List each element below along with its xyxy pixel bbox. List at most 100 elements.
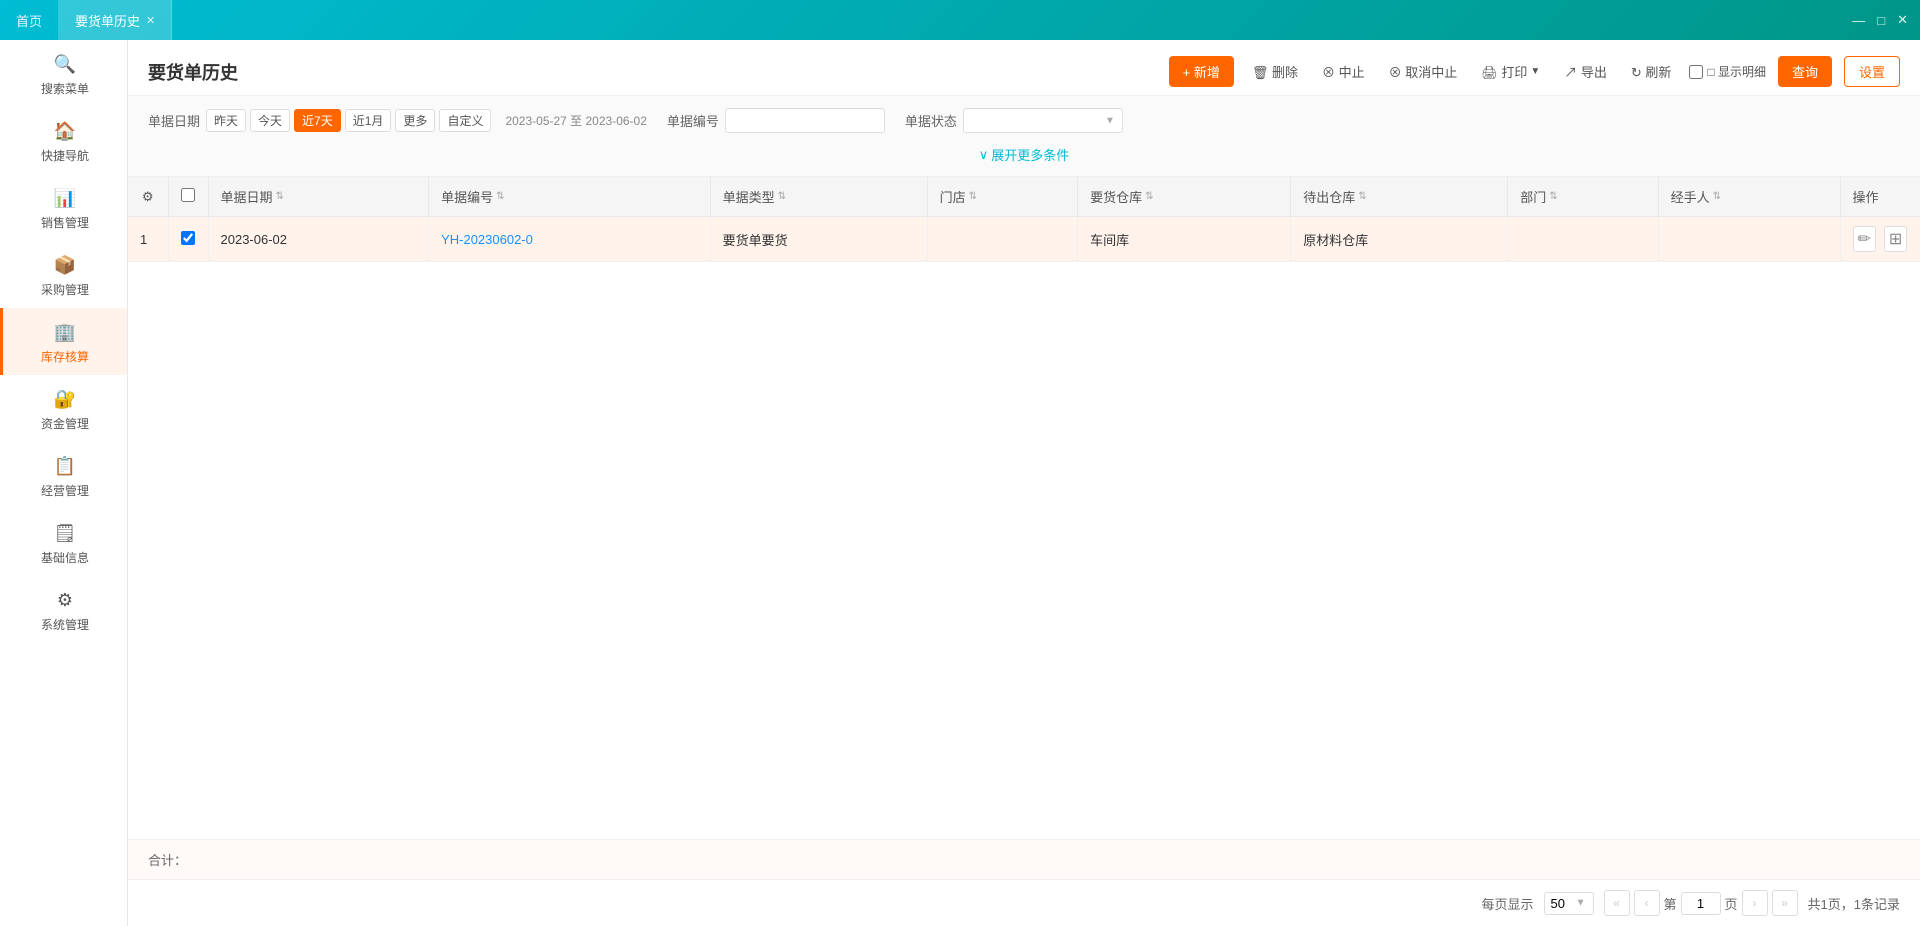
export-button[interactable]: ↗ 导出: [1558, 58, 1613, 85]
docno-filter-input[interactable]: [725, 108, 885, 133]
print-label: 🖨 打印: [1481, 62, 1527, 81]
expand-icon: ∨: [979, 147, 989, 163]
date-btn-today[interactable]: 今天: [250, 109, 290, 132]
sidebar: 🔍 搜索菜单 🏠 快捷导航 📊 销售管理 📦 采购管理 🏢 库存核算 🔐 资金管…: [0, 40, 128, 926]
setting-button[interactable]: 设置: [1844, 56, 1900, 87]
col-handler: 经手人 ⇅: [1658, 177, 1840, 217]
delete-button[interactable]: 🗑 删除: [1246, 58, 1304, 85]
query-label: 查询: [1792, 62, 1818, 81]
status-filter-select[interactable]: 待审核 已审核 已中止: [963, 108, 1123, 133]
sidebar-item-system-mgmt[interactable]: ⚙ 系统管理: [0, 576, 127, 643]
sidebar-item-funds-mgmt[interactable]: 🔐 资金管理: [0, 375, 127, 442]
tab-home[interactable]: 首页: [0, 0, 59, 40]
sidebar-item-operations-mgmt[interactable]: 📋 经营管理: [0, 442, 127, 509]
row-detail-button[interactable]: ⊞: [1884, 226, 1907, 252]
query-button[interactable]: 查询: [1778, 56, 1832, 87]
pagination-bar: 每页显示 10 20 50 100 « ‹ 第 页 › » 共1页，1条记录: [128, 879, 1920, 926]
sidebar-item-label: 采购管理: [41, 281, 89, 298]
footer-summary: 合计：: [128, 839, 1920, 879]
expand-label: 展开更多条件: [991, 145, 1069, 164]
sidebar-item-label: 系统管理: [41, 616, 89, 633]
stop-label: ⊗ 中止: [1322, 62, 1365, 81]
main-layout: 🔍 搜索菜单 🏠 快捷导航 📊 销售管理 📦 采购管理 🏢 库存核算 🔐 资金管…: [0, 40, 1920, 926]
col-checkbox: [168, 177, 208, 217]
per-page-select-wrapper: 10 20 50 100: [1544, 892, 1594, 915]
doc-no-link[interactable]: YH-20230602-0: [441, 232, 533, 247]
print-dropdown-icon[interactable]: ▼: [1530, 66, 1540, 77]
tab-close-icon[interactable]: ✕: [146, 14, 155, 27]
sidebar-item-sales-mgmt[interactable]: 📊 销售管理: [0, 174, 127, 241]
sort-icon-doc-type[interactable]: ⇅: [778, 191, 786, 202]
show-detail-checkbox[interactable]: [1689, 65, 1703, 79]
operations-icon: 📋: [54, 456, 76, 477]
tab-requisition-history[interactable]: 要货单历史 ✕: [59, 0, 172, 40]
window-controls: — □ ✕: [1852, 12, 1920, 28]
date-btn-yesterday[interactable]: 昨天: [206, 109, 246, 132]
summary-label: 合计：: [148, 853, 187, 868]
pagination-info: 共1页，1条记录: [1808, 894, 1900, 913]
sort-icon-store[interactable]: ⇅: [969, 191, 977, 202]
sidebar-item-basic-info[interactable]: 🗒 基础信息: [0, 509, 127, 576]
cancel-stop-button[interactable]: ⊗ 取消中止: [1383, 58, 1464, 85]
cancel-stop-label: ⊗ 取消中止: [1389, 62, 1458, 81]
page-first-button[interactable]: «: [1604, 890, 1630, 916]
page-prev-button[interactable]: ‹: [1634, 890, 1660, 916]
sidebar-item-label: 基础信息: [41, 549, 89, 566]
page-next-button[interactable]: ›: [1742, 890, 1768, 916]
window-minimize[interactable]: —: [1852, 13, 1865, 28]
window-close[interactable]: ✕: [1897, 12, 1908, 28]
show-detail-label: □ 显示明细: [1707, 63, 1766, 80]
cell-dept: [1508, 217, 1658, 262]
table-row: 1 2023-06-02 YH-20230602-0 要货单要货 车间库 原材料…: [128, 217, 1920, 262]
new-button[interactable]: + 新增: [1169, 56, 1234, 87]
sort-icon-doc-no[interactable]: ⇅: [496, 191, 504, 202]
date-btn-1month[interactable]: 近1月: [345, 109, 392, 132]
status-select-wrapper: 待审核 已审核 已中止: [963, 108, 1123, 133]
filter-area: 单据日期 昨天 今天 近7天 近1月 更多 自定义 2023-05-27 至 2…: [128, 96, 1920, 177]
sort-icon-req-warehouse[interactable]: ⇅: [1145, 191, 1153, 202]
top-tabs: 首页 要货单历史 ✕: [0, 0, 172, 40]
window-maximize[interactable]: □: [1877, 13, 1885, 28]
sales-icon: 📊: [54, 188, 76, 209]
page-number-input[interactable]: [1681, 892, 1721, 915]
sidebar-item-label: 销售管理: [41, 214, 89, 231]
stop-button[interactable]: ⊗ 中止: [1316, 58, 1371, 85]
per-page-label: 每页显示: [1481, 894, 1533, 913]
col-doc-date: 单据日期 ⇅: [208, 177, 429, 217]
sidebar-item-quick-nav[interactable]: 🏠 快捷导航: [0, 107, 127, 174]
expand-filter-button[interactable]: ∨ 展开更多条件: [975, 141, 1074, 168]
col-req-warehouse: 要货仓库 ⇅: [1078, 177, 1291, 217]
per-page-select[interactable]: 10 20 50 100: [1544, 892, 1594, 915]
print-button[interactable]: 🖨 打印 ▼: [1475, 58, 1546, 85]
col-pending-warehouse: 待出仓库 ⇅: [1291, 177, 1508, 217]
table-header-row: ⚙ 单据日期 ⇅ 单据编号: [128, 177, 1920, 217]
sort-icon-pending-warehouse[interactable]: ⇅: [1358, 191, 1366, 202]
sort-icon-dept[interactable]: ⇅: [1549, 191, 1557, 202]
row-checkbox[interactable]: [181, 231, 195, 245]
cell-pending-warehouse: 原材料仓库: [1291, 217, 1508, 262]
date-btn-more[interactable]: 更多: [395, 109, 435, 132]
sidebar-item-label: 经营管理: [41, 482, 89, 499]
sidebar-item-purchase-mgmt[interactable]: 📦 采购管理: [0, 241, 127, 308]
filter-row-1: 单据日期 昨天 今天 近7天 近1月 更多 自定义 2023-05-27 至 2…: [148, 108, 1900, 133]
basic-info-icon: 🗒: [54, 523, 77, 544]
page-last-button[interactable]: »: [1772, 890, 1798, 916]
row-edit-button[interactable]: ✏: [1853, 226, 1876, 252]
date-btn-custom[interactable]: 自定义: [439, 109, 491, 132]
sidebar-item-label: 搜索菜单: [41, 80, 89, 97]
sort-icon-doc-date[interactable]: ⇅: [276, 191, 284, 202]
select-all-checkbox[interactable]: [181, 188, 195, 202]
docno-filter-item: 单据编号: [667, 108, 885, 133]
sidebar-item-label: 库存核算: [41, 348, 89, 365]
date-btn-7days[interactable]: 近7天: [294, 109, 341, 132]
cell-handler: [1658, 217, 1840, 262]
cell-req-warehouse: 车间库: [1078, 217, 1291, 262]
sidebar-item-search-menu[interactable]: 🔍 搜索菜单: [0, 40, 127, 107]
sidebar-item-inventory-calc[interactable]: 🏢 库存核算: [0, 308, 127, 375]
cell-doc-no: YH-20230602-0: [429, 217, 711, 262]
refresh-button[interactable]: ↻ 刷新: [1625, 58, 1678, 85]
refresh-label: ↻ 刷新: [1631, 62, 1672, 81]
filter-row-2: ∨ 展开更多条件: [148, 141, 1900, 168]
data-table: ⚙ 单据日期 ⇅ 单据编号: [128, 177, 1920, 262]
sort-icon-handler[interactable]: ⇅: [1713, 191, 1721, 202]
